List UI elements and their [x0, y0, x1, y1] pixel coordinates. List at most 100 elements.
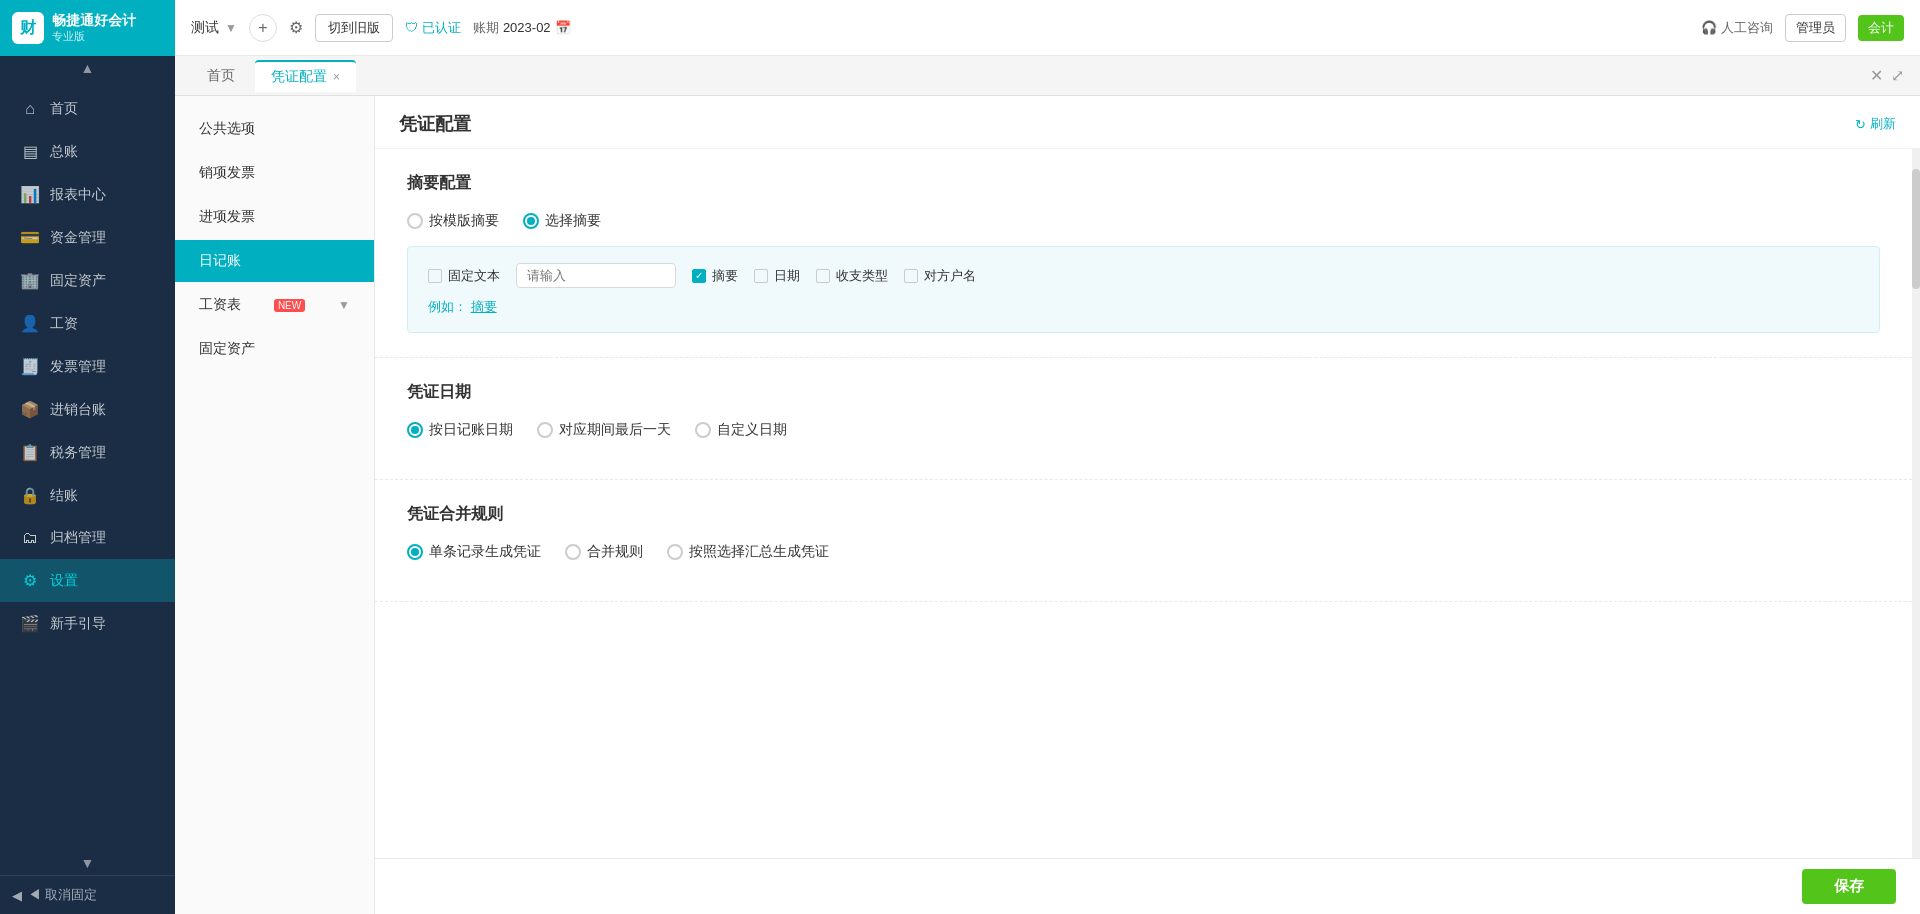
funds-icon: 💳: [20, 228, 40, 247]
ledger-icon: ▤: [20, 142, 40, 161]
role-btn[interactable]: 会计: [1858, 15, 1904, 41]
sidebar-bottom: ◀ ◀ 取消固定: [0, 875, 175, 914]
checkbox-fixed-text[interactable]: 固定文本: [428, 267, 500, 285]
summary-checkbox-label: 摘要: [712, 267, 738, 285]
main-panel: 凭证配置 ↻ 刷新 摘要配置: [375, 96, 1920, 914]
logo-sub: 专业版: [52, 29, 136, 44]
select-merge-circle: [667, 544, 683, 560]
page-title: 凭证配置: [399, 112, 471, 136]
sidebar-item-settings[interactable]: ⚙ 设置: [0, 559, 175, 602]
example-value: 摘要: [471, 299, 497, 314]
sidebar-item-ledger[interactable]: ▤ 总账: [0, 130, 175, 173]
checkbox-date[interactable]: 日期: [754, 267, 800, 285]
sidebar-sales-invoice[interactable]: 销项发票: [175, 152, 374, 194]
period-last-label: 对应期间最后一天: [559, 421, 671, 439]
radio-select-summary[interactable]: 选择摘要: [523, 212, 601, 230]
single-record-circle: [407, 544, 423, 560]
sidebar-item-tax[interactable]: 📋 税务管理: [0, 431, 175, 474]
cancel-pin-btn[interactable]: ◀ ◀ 取消固定: [12, 886, 163, 904]
user-btn[interactable]: 管理员: [1785, 14, 1846, 42]
sidebar-item-reports[interactable]: 📊 报表中心: [0, 173, 175, 216]
tab-bar-close-icon[interactable]: ✕: [1870, 66, 1883, 85]
radio-period-last[interactable]: 对应期间最后一天: [537, 421, 671, 439]
sidebar-item-archive[interactable]: 🗂 归档管理: [0, 517, 175, 559]
journal-date-circle: [407, 422, 423, 438]
settings-gear-icon[interactable]: ⚙: [289, 18, 303, 37]
journal-date-label: 按日记账日期: [429, 421, 513, 439]
tab-voucher-config[interactable]: 凭证配置 ×: [255, 60, 356, 92]
tab-close-icon[interactable]: ×: [333, 70, 340, 84]
sidebar-item-payroll[interactable]: 👤 工资: [0, 302, 175, 345]
add-project-btn[interactable]: +: [249, 14, 277, 42]
sidebar-item-label: 新手引导: [50, 615, 106, 633]
select-merge-label: 按照选择汇总生成凭证: [689, 543, 829, 561]
project-selector[interactable]: 测试 ▼: [191, 19, 237, 37]
sidebar-item-invoices[interactable]: 🧾 发票管理: [0, 345, 175, 388]
sidebar-item-label: 发票管理: [50, 358, 106, 376]
switch-version-btn[interactable]: 切到旧版: [315, 14, 393, 42]
sidebar-item-home[interactable]: ⌂ 首页: [0, 88, 175, 130]
radio-merge-rule[interactable]: 合并规则: [565, 543, 643, 561]
sidebar-item-funds[interactable]: 💳 资金管理: [0, 216, 175, 259]
summary-checkbox-box: ✓: [692, 269, 706, 283]
checkbox-counterparty[interactable]: 对方户名: [904, 267, 976, 285]
radio-single-record[interactable]: 单条记录生成凭证: [407, 543, 541, 561]
refresh-btn[interactable]: ↻ 刷新: [1855, 115, 1896, 133]
radio-custom-date[interactable]: 自定义日期: [695, 421, 787, 439]
payroll-sheet-row: 工资表 NEW ▼: [199, 296, 350, 314]
certified-label: 已认证: [422, 19, 461, 37]
fixed-text-input[interactable]: [516, 263, 676, 288]
checkbox-payment-type[interactable]: 收支类型: [816, 267, 888, 285]
summary-options-box: 固定文本 ✓ 摘要 日期: [407, 246, 1880, 333]
summary-radio-group: 按模版摘要 选择摘要: [407, 212, 1880, 230]
cancel-pin-label: ◀ 取消固定: [28, 886, 97, 904]
sidebar-item-label: 归档管理: [50, 529, 106, 547]
merge-rule-label: 合并规则: [587, 543, 643, 561]
sidebar-item-label: 总账: [50, 143, 78, 161]
sidebar-scroll-down[interactable]: ▼: [0, 851, 175, 875]
merge-radio-group: 单条记录生成凭证 合并规则 按照选择汇总生成凭证: [407, 543, 1880, 561]
fixed-text-label: 固定文本: [448, 267, 500, 285]
refresh-label: 刷新: [1870, 115, 1896, 133]
sidebar-item-label: 结账: [50, 487, 78, 505]
period-label: 账期: [473, 19, 499, 37]
page-footer: 保存: [375, 858, 1920, 914]
tab-bar-expand-icon[interactable]: ⤢: [1891, 66, 1904, 85]
sidebar-item-closing[interactable]: 🔒 结账: [0, 474, 175, 517]
invoices-icon: 🧾: [20, 357, 40, 376]
summary-section: 摘要配置 按模版摘要 选择摘要: [375, 149, 1912, 358]
sidebar-item-assets[interactable]: 🏢 固定资产: [0, 259, 175, 302]
inventory-icon: 📦: [20, 400, 40, 419]
radio-template-circle: [407, 213, 423, 229]
calendar-icon[interactable]: 📅: [555, 20, 571, 35]
sidebar-item-guide[interactable]: 🎬 新手引导: [0, 602, 175, 645]
sidebar-payroll-sheet[interactable]: 工资表 NEW ▼: [175, 284, 374, 326]
payment-type-label: 收支类型: [836, 267, 888, 285]
sidebar-scroll-up[interactable]: ▲: [0, 56, 175, 80]
home-icon: ⌂: [20, 100, 40, 118]
service-label: 人工咨询: [1721, 19, 1773, 37]
panel-header: 凭证配置 ↻ 刷新: [375, 96, 1920, 149]
sidebar-journal[interactable]: 日记账: [175, 240, 374, 282]
service-btn[interactable]: 🎧 人工咨询: [1701, 19, 1773, 37]
merge-title: 凭证合并规则: [407, 504, 1880, 525]
save-btn[interactable]: 保存: [1802, 869, 1896, 904]
sidebar-public[interactable]: 公共选项: [175, 108, 374, 150]
radio-journal-date[interactable]: 按日记账日期: [407, 421, 513, 439]
tab-home[interactable]: 首页: [191, 61, 251, 91]
sidebar-item-label: 报表中心: [50, 186, 106, 204]
checkbox-summary[interactable]: ✓ 摘要: [692, 267, 738, 285]
project-name: 测试: [191, 19, 219, 37]
logo-area: 财 畅捷通好会计 专业版: [0, 0, 175, 56]
sidebar-item-inventory[interactable]: 📦 进销台账: [0, 388, 175, 431]
radio-template-summary[interactable]: 按模版摘要: [407, 212, 499, 230]
single-record-label: 单条记录生成凭证: [429, 543, 541, 561]
page-content: 公共选项 销项发票 进项发票 日记账 工资表 NEW ▼: [175, 96, 1920, 914]
sidebar-purchase-invoice[interactable]: 进项发票: [175, 196, 374, 238]
settings-icon: ⚙: [20, 571, 40, 590]
date-section: 凭证日期 按日记账日期 对应期间最后一天: [375, 358, 1912, 480]
radio-select-merge[interactable]: 按照选择汇总生成凭证: [667, 543, 829, 561]
tab-bar: 首页 凭证配置 × ✕ ⤢: [175, 56, 1920, 96]
sidebar-fixed-assets[interactable]: 固定资产: [175, 328, 374, 370]
right-scrollbar[interactable]: [1912, 149, 1920, 858]
